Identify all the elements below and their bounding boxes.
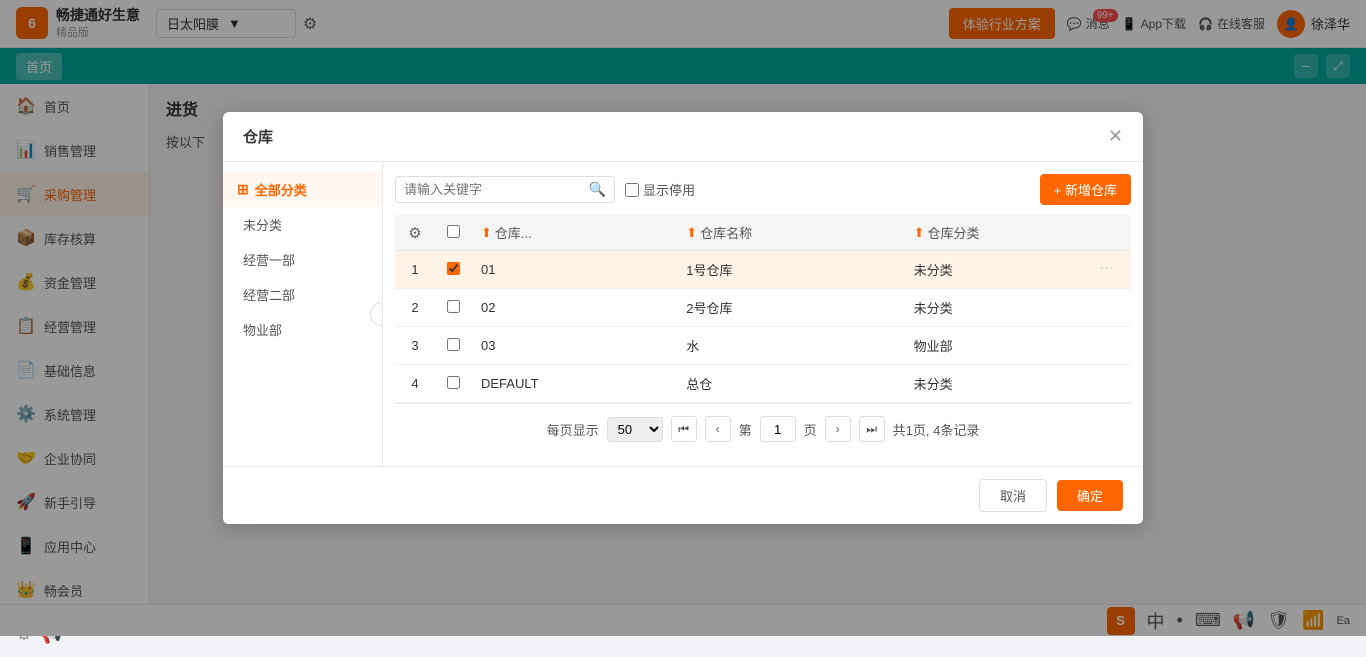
dialog-header: 仓库 ✕ — [223, 112, 1143, 162]
table-container: ⚙ ⬆ 仓库... — [395, 215, 1131, 403]
row-checkbox[interactable] — [447, 338, 460, 351]
row-category: 未分类 — [904, 289, 1131, 327]
th-name: ⬆ 仓库名称 — [676, 215, 903, 251]
next-page-button[interactable]: › — [825, 416, 851, 442]
th-code: ⬆ 仓库... — [471, 215, 676, 251]
total-info: 共1页, 4条记录 — [893, 420, 980, 439]
table-body: 1 01 1号仓库 未分类··· 2 02 2号仓库 未分类 3 03 水 物业… — [395, 251, 1131, 403]
row-more-button[interactable]: ··· — [1100, 260, 1113, 275]
all-categories[interactable]: ⊞ 全部分类 — [223, 172, 382, 207]
row-checkbox[interactable] — [447, 376, 460, 389]
warehouse-table: ⚙ ⬆ 仓库... — [395, 215, 1131, 403]
sort-icon: ⬆ — [481, 225, 492, 241]
page-size-label: 每页显示 — [547, 420, 599, 439]
sort-icon2: ⬆ — [686, 225, 697, 241]
category-sidebar: ⊞ 全部分类 未分类 经营一部 经营二部 物业部 《 — [223, 162, 383, 466]
category-unclassified[interactable]: 未分类 — [223, 207, 382, 242]
row-name: 水 — [676, 327, 903, 365]
table-row[interactable]: 4 DEFAULT 总仓 未分类 — [395, 365, 1131, 403]
row-num: 3 — [395, 327, 435, 365]
row-name: 总仓 — [676, 365, 903, 403]
th-settings[interactable]: ⚙ — [395, 215, 435, 251]
row-code: 01 — [471, 251, 676, 289]
category-ops2[interactable]: 经营二部 — [223, 277, 382, 312]
row-checkbox-cell — [435, 251, 471, 289]
row-category: 未分类··· — [904, 251, 1131, 289]
table-header: ⚙ ⬆ 仓库... — [395, 215, 1131, 251]
row-category: 物业部 — [904, 327, 1131, 365]
row-category: 未分类 — [904, 365, 1131, 403]
row-checkbox[interactable] — [447, 262, 460, 275]
page-word: 第 — [739, 420, 752, 439]
grid-icon: ⊞ — [237, 181, 249, 198]
table-toolbar: 🔍 显示停用 + 新增仓库 — [395, 174, 1131, 205]
category-ops1[interactable]: 经营一部 — [223, 242, 382, 277]
row-name: 2号仓库 — [676, 289, 903, 327]
modal-overlay: 仓库 ✕ ⊞ 全部分类 未分类 经营一部 经营二部 — [0, 0, 1366, 636]
search-icon: 🔍 — [589, 181, 606, 198]
dialog-body: ⊞ 全部分类 未分类 经营一部 经营二部 物业部 《 — [223, 162, 1143, 466]
sort-icon3: ⬆ — [914, 225, 925, 241]
table-row[interactable]: 3 03 水 物业部 — [395, 327, 1131, 365]
row-num: 1 — [395, 251, 435, 289]
last-page-button[interactable]: ⏭ — [859, 416, 885, 442]
row-num: 4 — [395, 365, 435, 403]
show-disabled-label[interactable]: 显示停用 — [625, 180, 695, 199]
row-checkbox-cell — [435, 289, 471, 327]
show-disabled-checkbox[interactable] — [625, 183, 639, 197]
page-number-input[interactable] — [760, 416, 796, 442]
close-icon[interactable]: ✕ — [1108, 126, 1123, 147]
page-size-select[interactable]: 50 10 20 100 — [607, 417, 663, 442]
confirm-button[interactable]: 确定 — [1057, 480, 1123, 511]
row-num: 2 — [395, 289, 435, 327]
row-checkbox-cell — [435, 365, 471, 403]
row-checkbox-cell — [435, 327, 471, 365]
search-input[interactable] — [404, 182, 589, 197]
table-header-row: ⚙ ⬆ 仓库... — [395, 215, 1131, 251]
page-word2: 页 — [804, 420, 817, 439]
first-page-button[interactable]: ⏮ — [671, 416, 697, 442]
table-row[interactable]: 2 02 2号仓库 未分类 — [395, 289, 1131, 327]
category-property[interactable]: 物业部 — [223, 312, 382, 347]
dialog-footer: 取消 确定 — [223, 466, 1143, 524]
row-code: 03 — [471, 327, 676, 365]
add-warehouse-button[interactable]: + 新增仓库 — [1040, 174, 1131, 205]
table-row[interactable]: 1 01 1号仓库 未分类··· — [395, 251, 1131, 289]
column-settings-icon[interactable]: ⚙ — [408, 225, 421, 242]
dialog-title: 仓库 — [243, 126, 273, 147]
prev-page-button[interactable]: ‹ — [705, 416, 731, 442]
select-all-checkbox[interactable] — [447, 225, 460, 238]
row-checkbox[interactable] — [447, 300, 460, 313]
row-name: 1号仓库 — [676, 251, 903, 289]
search-box: 🔍 — [395, 176, 615, 203]
warehouse-dialog: 仓库 ✕ ⊞ 全部分类 未分类 经营一部 经营二部 — [223, 112, 1143, 524]
cancel-button[interactable]: 取消 — [979, 479, 1047, 512]
th-category: ⬆ 仓库分类 — [904, 215, 1131, 251]
row-code: 02 — [471, 289, 676, 327]
row-code: DEFAULT — [471, 365, 676, 403]
table-area: 🔍 显示停用 + 新增仓库 ⚙ — [383, 162, 1143, 466]
pagination: 每页显示 50 10 20 100 ⏮ ‹ 第 页 › ⏭ 共1页, 4条记录 — [395, 403, 1131, 454]
th-checkbox — [435, 215, 471, 251]
